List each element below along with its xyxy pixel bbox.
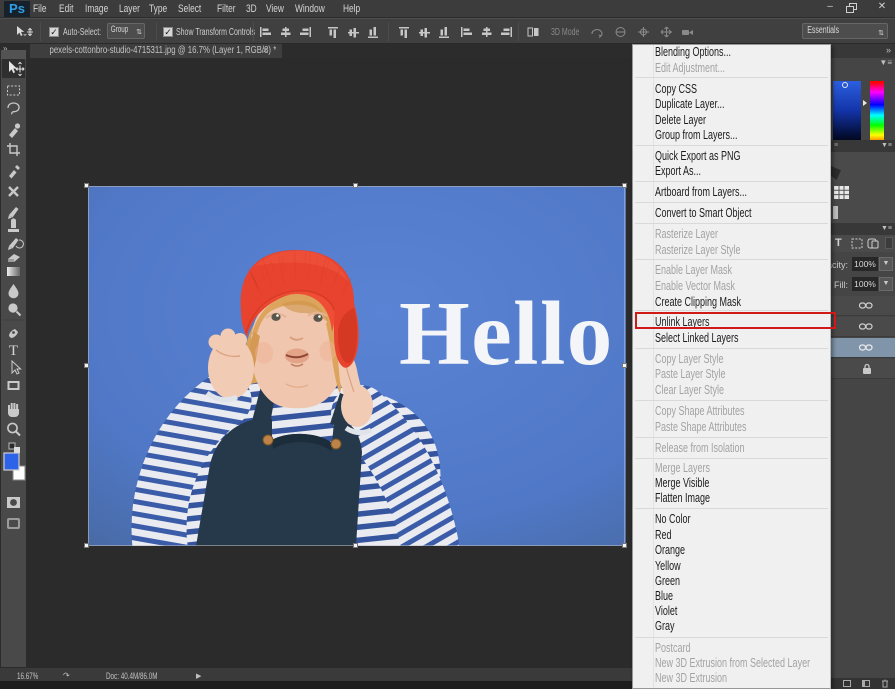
svg-text:T: T (9, 343, 18, 359)
